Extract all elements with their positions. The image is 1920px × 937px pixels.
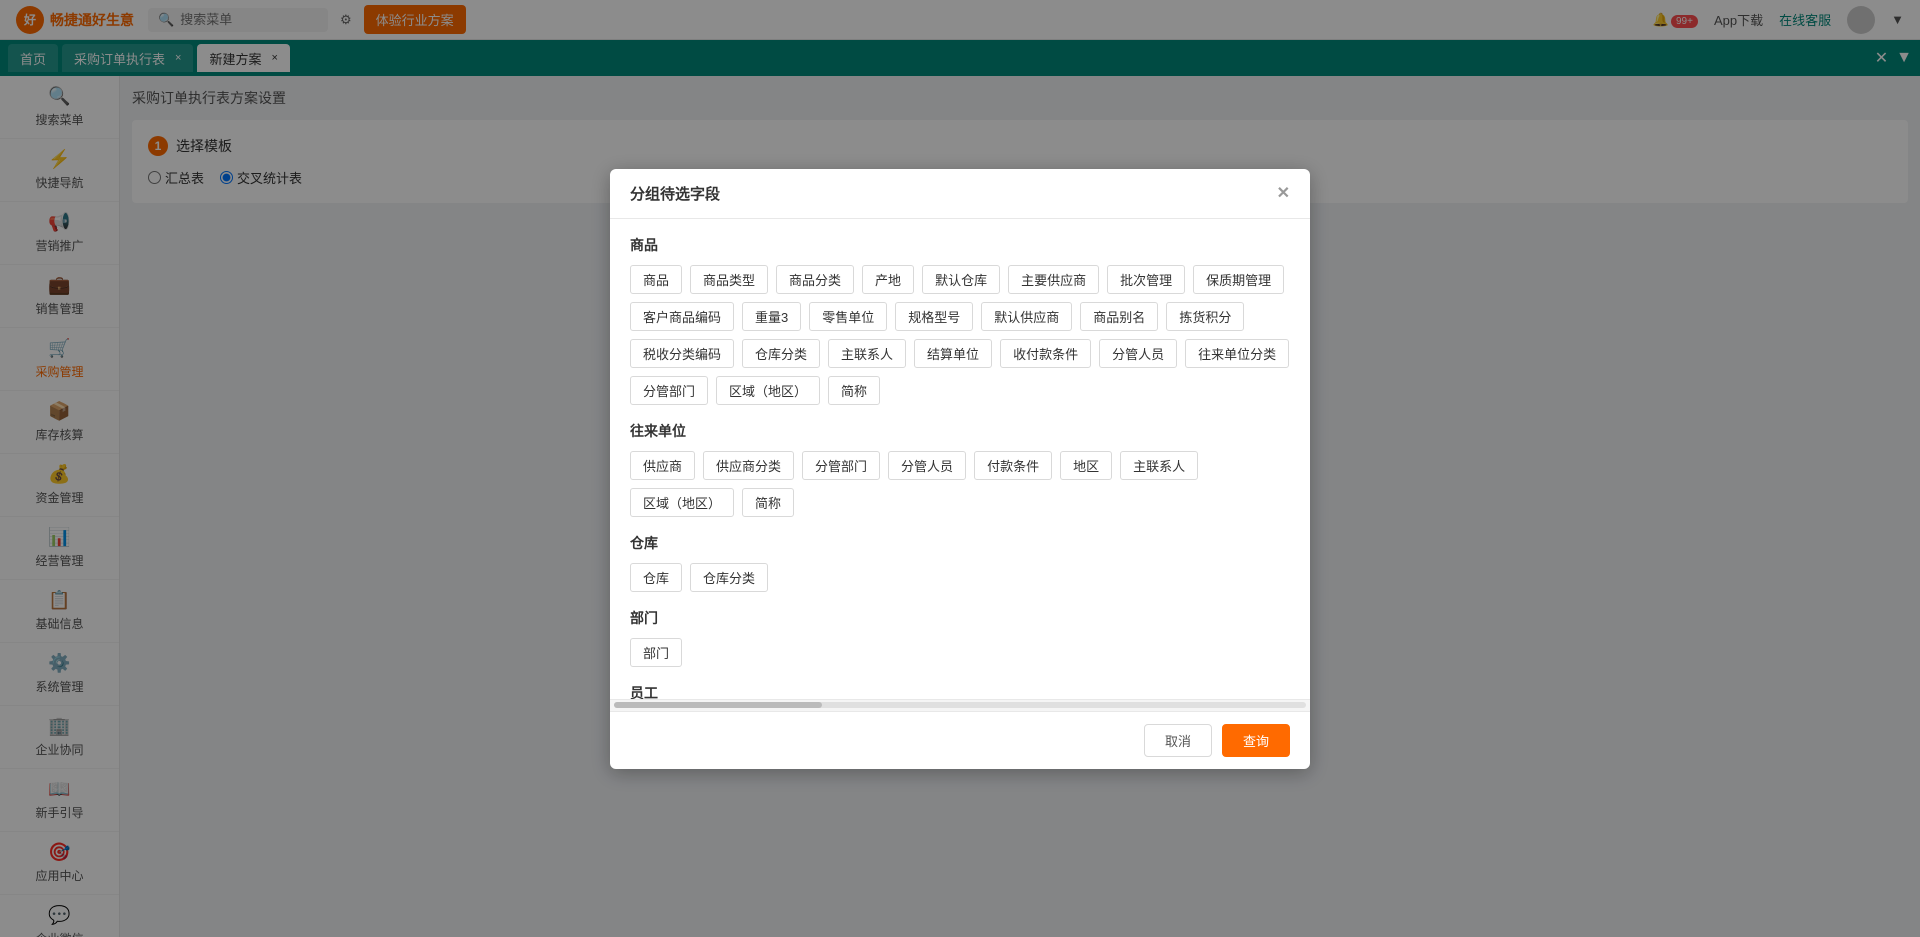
field-tag[interactable]: 商品别名 [1080, 302, 1158, 331]
section-title-employee: 员工 [630, 683, 1290, 699]
hscroll-track [614, 702, 1306, 708]
field-tag[interactable]: 往来单位分类 [1185, 339, 1289, 368]
field-tag[interactable]: 主联系人 [828, 339, 906, 368]
field-tag[interactable]: 规格型号 [895, 302, 973, 331]
field-tag[interactable]: 地区 [1060, 451, 1112, 480]
field-tag[interactable]: 商品类型 [690, 265, 768, 294]
partner-fields: 供应商 供应商分类 分管部门 分管人员 付款条件 地区 主联系人 区域（地区） … [630, 451, 1290, 517]
modal-close-icon[interactable]: ✕ [1277, 183, 1290, 203]
field-tag[interactable]: 主要供应商 [1008, 265, 1099, 294]
field-tag[interactable]: 收付款条件 [1000, 339, 1091, 368]
field-tag[interactable]: 批次管理 [1107, 265, 1185, 294]
modal-body: 商品 商品 商品类型 商品分类 产地 默认仓库 主要供应商 批次管理 保质期管理… [610, 219, 1310, 699]
confirm-button[interactable]: 查询 [1222, 724, 1290, 757]
field-tag[interactable]: 商品 [630, 265, 682, 294]
field-tag[interactable]: 分管人员 [1099, 339, 1177, 368]
modal-overlay: 分组待选字段 ✕ 商品 商品 商品类型 商品分类 产地 默认仓库 主要供应商 批… [0, 0, 1920, 937]
field-tag[interactable]: 仓库 [630, 563, 682, 592]
field-tag[interactable]: 付款条件 [974, 451, 1052, 480]
field-tag[interactable]: 区域（地区） [716, 376, 820, 405]
dept-fields: 部门 [630, 638, 1290, 667]
field-tag[interactable]: 默认供应商 [981, 302, 1072, 331]
section-title-warehouse: 仓库 [630, 533, 1290, 553]
field-tag[interactable]: 供应商 [630, 451, 695, 480]
field-tag[interactable]: 仓库分类 [742, 339, 820, 368]
modal-hscroll[interactable] [610, 699, 1310, 711]
field-tag[interactable]: 简称 [828, 376, 880, 405]
field-tag[interactable]: 部门 [630, 638, 682, 667]
section-title-partner: 往来单位 [630, 421, 1290, 441]
modal-footer: 取消 查询 [610, 711, 1310, 769]
field-tag[interactable]: 客户商品编码 [630, 302, 734, 331]
field-tag[interactable]: 产地 [862, 265, 914, 294]
field-tag[interactable]: 供应商分类 [703, 451, 794, 480]
field-tag[interactable]: 保质期管理 [1193, 265, 1284, 294]
warehouse-fields: 仓库 仓库分类 [630, 563, 1290, 592]
field-tag[interactable]: 税收分类编码 [630, 339, 734, 368]
section-title-goods: 商品 [630, 235, 1290, 255]
hscroll-thumb [614, 702, 822, 708]
field-tag[interactable]: 拣货积分 [1166, 302, 1244, 331]
field-tag[interactable]: 默认仓库 [922, 265, 1000, 294]
field-tag[interactable]: 分管部门 [802, 451, 880, 480]
modal: 分组待选字段 ✕ 商品 商品 商品类型 商品分类 产地 默认仓库 主要供应商 批… [610, 169, 1310, 769]
field-tag[interactable]: 分管人员 [888, 451, 966, 480]
field-tag[interactable]: 零售单位 [809, 302, 887, 331]
goods-fields: 商品 商品类型 商品分类 产地 默认仓库 主要供应商 批次管理 保质期管理 客户… [630, 265, 1290, 405]
field-tag[interactable]: 简称 [742, 488, 794, 517]
field-tag[interactable]: 重量3 [742, 302, 801, 331]
field-tag[interactable]: 结算单位 [914, 339, 992, 368]
field-tag[interactable]: 商品分类 [776, 265, 854, 294]
cancel-button[interactable]: 取消 [1144, 724, 1212, 757]
section-title-dept: 部门 [630, 608, 1290, 628]
field-tag[interactable]: 仓库分类 [690, 563, 768, 592]
modal-title: 分组待选字段 [630, 183, 720, 204]
field-tag[interactable]: 区域（地区） [630, 488, 734, 517]
field-tag[interactable]: 分管部门 [630, 376, 708, 405]
field-tag[interactable]: 主联系人 [1120, 451, 1198, 480]
modal-header: 分组待选字段 ✕ [610, 169, 1310, 219]
